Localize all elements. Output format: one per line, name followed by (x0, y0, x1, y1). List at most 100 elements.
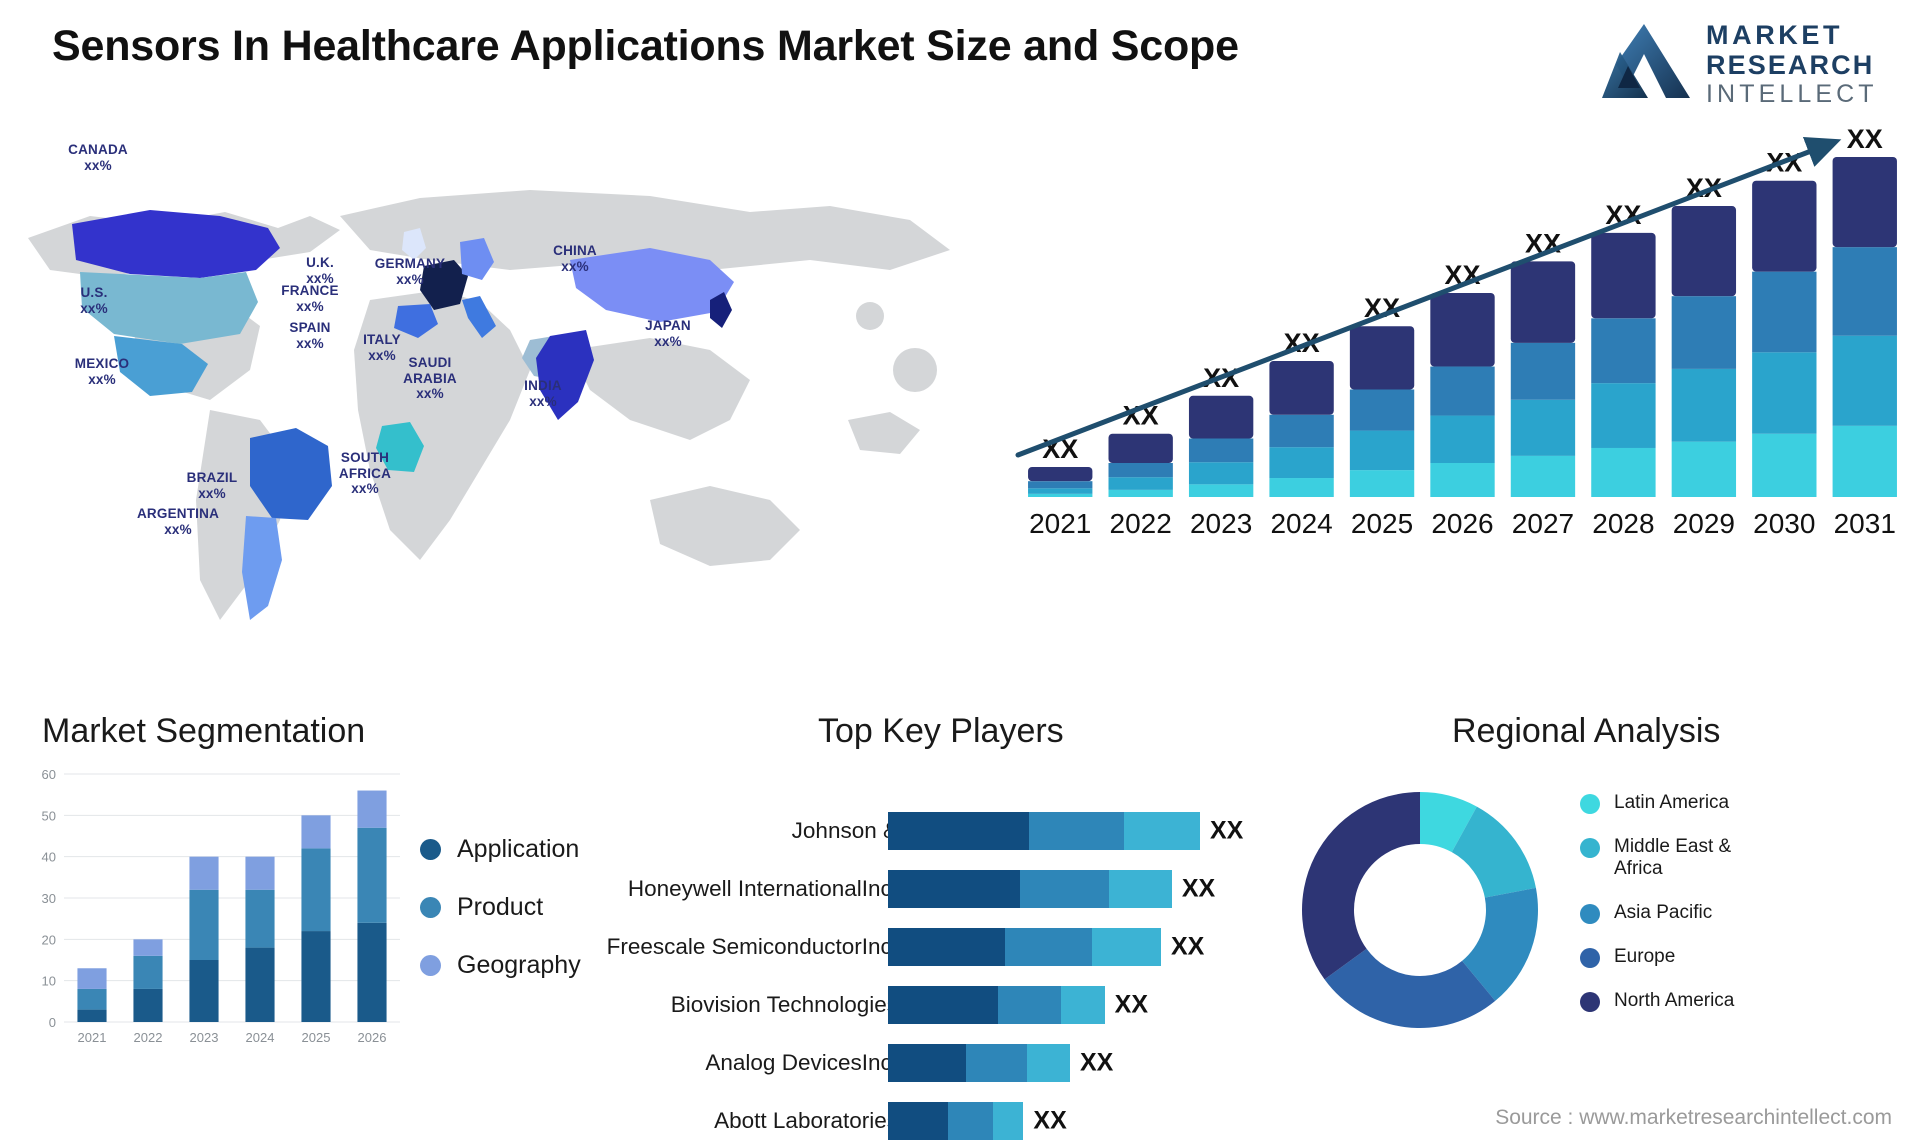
growth-bar-segment (1510, 342, 1576, 400)
map-label-japan: JAPAN xx% (645, 318, 691, 349)
key-player-row[interactable]: Biovision Technologies XX (640, 986, 1260, 1024)
growth-bar-segment (1591, 447, 1656, 497)
segmentation-y-tick: 50 (42, 808, 56, 823)
segmentation-bar-segment (133, 939, 163, 956)
growth-bar-segment (1269, 447, 1334, 479)
key-player-row[interactable]: Freescale SemiconductorInc. XX (607, 928, 1260, 966)
growth-bar-value-label: XX (1847, 125, 1883, 154)
key-player-bar (888, 812, 1200, 850)
growth-bar-segment (1430, 293, 1495, 367)
segmentation-x-tick: 2025 (302, 1030, 331, 1045)
map-label-france: FRANCE xx% (281, 283, 339, 314)
map-label-u-s-: U.S. xx% (80, 285, 108, 316)
key-player-bar-segment (993, 1102, 1024, 1140)
segmentation-x-tick: 2021 (78, 1030, 107, 1045)
legend-dot-icon (420, 897, 441, 918)
growth-bar-segment (1671, 441, 1737, 497)
regional-legend: Latin America Middle East & Africa Asia Pa… (1580, 792, 1734, 1034)
key-player-bar-segment (888, 870, 1021, 908)
key-player-row[interactable]: Honeywell InternationalInc. XX (628, 870, 1260, 908)
donut-slice[interactable] (1302, 792, 1420, 980)
segmentation-legend-item[interactable]: Product (420, 893, 581, 922)
segmentation-title: Market Segmentation (42, 712, 366, 750)
map-label-u-k-: U.K. xx% (306, 255, 334, 286)
key-player-row[interactable]: Abott Laboratories XX (640, 1102, 1260, 1140)
growth-bar-year-label: 2021 (1029, 508, 1091, 539)
key-player-bar-segment (888, 986, 999, 1024)
logo-line-1: MARKET (1706, 20, 1844, 50)
growth-bar-year-label: 2030 (1753, 508, 1815, 539)
growth-bar-year-label: 2027 (1512, 508, 1574, 539)
key-player-bar (888, 986, 1105, 1024)
map-label-saudi-arabia: SAUDI ARABIA xx% (403, 355, 457, 401)
key-player-bar-segment (1026, 1044, 1070, 1082)
growth-bar-segment (1591, 383, 1656, 448)
key-player-row[interactable]: Analog DevicesInc. XX (640, 1044, 1260, 1082)
key-player-name: Abott Laboratories (714, 1108, 898, 1133)
regional-analysis-panel: Latin America Middle East & Africa Asia Pa… (1280, 760, 1900, 1120)
growth-bar-segment (1349, 389, 1415, 431)
key-player-name: Johnson & (791, 818, 898, 843)
legend-dot-icon (1580, 992, 1600, 1012)
segmentation-legend-item[interactable]: Application (420, 835, 581, 864)
key-player-row[interactable]: Johnson & XX (640, 812, 1260, 850)
segmentation-bar-segment (189, 889, 219, 960)
regional-legend-item[interactable]: Latin America (1580, 792, 1734, 814)
growth-bar-segment (1269, 361, 1334, 415)
growth-bar-segment (1671, 368, 1737, 442)
key-player-value-label: XX (1210, 816, 1244, 845)
growth-bar-segment (1188, 484, 1254, 497)
logo-line-3: INTELLECT (1706, 80, 1878, 108)
map-label-canada: CANADA xx% (68, 142, 128, 173)
segmentation-legend-item[interactable]: Geography (420, 951, 581, 980)
growth-bar-segment (1269, 478, 1334, 497)
key-player-bar-segment (947, 1102, 994, 1140)
growth-bar-year-label: 2031 (1834, 508, 1896, 539)
market-segmentation-panel: 0 10 20 30 40 50 60 2021 2022 2023 2024 2025 2026 A… (20, 760, 640, 1120)
segmentation-bar-segment (245, 947, 275, 1022)
growth-bar-segment (1752, 180, 1817, 272)
world-map: CANADA xx% U.S. xx% MEXICO xx% BRAZIL xx% AR… (10, 120, 990, 680)
regional-legend-item[interactable]: Europe (1580, 946, 1734, 968)
page-title: Sensors In Healthcare Applications Marke… (52, 22, 1239, 70)
segmentation-bar-segment (133, 988, 163, 1022)
top-key-players-panel: Johnson & XX Honeywell InternationalInc. XX… (607, 760, 1260, 1140)
growth-bar-year-label: 2024 (1270, 508, 1332, 539)
regional-legend-item[interactable]: Middle East & Africa (1580, 836, 1734, 880)
segmentation-bar-segment (357, 827, 387, 923)
regional-legend-label: Europe (1614, 946, 1676, 967)
segmentation-bar-segment (357, 922, 387, 1022)
growth-bar-segment (1188, 395, 1254, 439)
growth-bar-segment (1108, 489, 1173, 497)
regional-legend-item[interactable]: North America (1580, 990, 1734, 1012)
key-player-value-label: XX (1181, 874, 1216, 903)
segmentation-y-tick: 0 (49, 1015, 56, 1030)
key-player-value-label: XX (1033, 1106, 1067, 1135)
segmentation-bar-segment (189, 856, 219, 890)
key-player-bar-segment (1061, 986, 1105, 1024)
key-player-name: Honeywell InternationalInc. (627, 876, 898, 901)
key-player-value-label: XX (1114, 990, 1149, 1019)
segmentation-y-tick: 60 (42, 767, 56, 782)
key-player-bar-segment (888, 1102, 948, 1140)
legend-dot-icon (1580, 904, 1600, 924)
segmentation-legend-label: Product (457, 893, 544, 921)
growth-bar-segment (1108, 477, 1173, 490)
growth-bar-segment (1188, 438, 1254, 463)
key-player-name: Freescale SemiconductorInc. (606, 934, 898, 959)
map-label-germany: GERMANY xx% (374, 256, 446, 287)
key-player-bar-segment (998, 986, 1062, 1024)
growth-bar-segment (1028, 493, 1093, 497)
key-player-bar-segment (1124, 812, 1200, 850)
growth-bar-chart: XXXXXXXXXXXXXXXXXXXXXX 20212022202320242… (1015, 125, 1897, 539)
growth-bar-segment (1752, 433, 1817, 497)
key-player-value-label: XX (1171, 932, 1205, 961)
legend-dot-icon (1580, 838, 1600, 858)
growth-bar-segment (1671, 296, 1737, 369)
segmentation-bar-segment (301, 848, 331, 932)
players-title: Top Key Players (818, 712, 1064, 750)
regional-legend-item[interactable]: Asia Pacific (1580, 902, 1734, 924)
regional-legend-label: Asia Pacific (1614, 902, 1713, 923)
segmentation-bar-segment (77, 988, 107, 1010)
growth-bar-segment (1510, 261, 1576, 343)
